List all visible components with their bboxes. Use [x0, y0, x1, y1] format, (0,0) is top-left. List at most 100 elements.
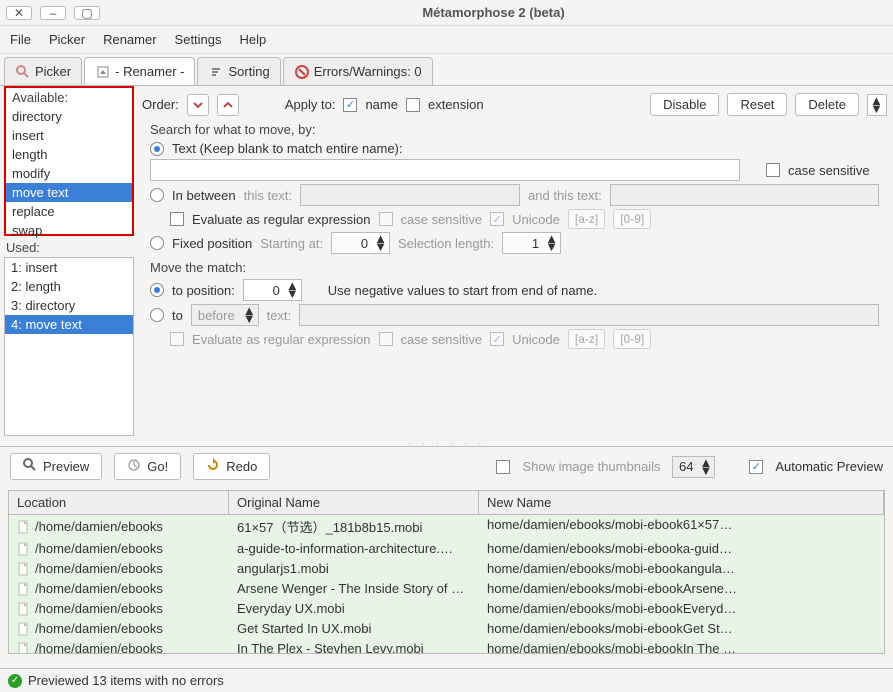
renamer-icon	[95, 64, 111, 80]
list-item[interactable]: 3: directory	[5, 296, 133, 315]
chip-az2[interactable]: [a-z]	[568, 329, 605, 349]
used-list[interactable]: 1: insert 2: length 3: directory 4: move…	[4, 257, 134, 436]
table-row[interactable]: /home/damien/ebooks61×57（节选）_181b8b15.mo…	[9, 515, 884, 539]
available-list[interactable]: Available: directory insert length modif…	[4, 86, 134, 236]
fixed-label: Fixed position	[172, 236, 252, 251]
file-icon	[17, 622, 31, 636]
col-location[interactable]: Location	[9, 491, 229, 514]
before-dropdown[interactable]: before▲▼	[191, 304, 259, 326]
errors-icon	[294, 64, 310, 80]
list-item[interactable]: replace	[6, 202, 132, 221]
case3-checkbox[interactable]	[379, 332, 393, 346]
regex-checkbox[interactable]	[170, 212, 184, 226]
titlebar: ✕ – ▢ Métamorphose 2 (beta)	[0, 0, 893, 26]
col-newname[interactable]: New Name	[479, 491, 884, 514]
table-row[interactable]: /home/damien/ebooksGet Started In UX.mob…	[9, 619, 884, 639]
redo-button[interactable]: Redo	[193, 453, 270, 480]
list-item[interactable]: 2: length	[5, 277, 133, 296]
list-item[interactable]: insert	[6, 126, 132, 145]
tab-renamer[interactable]: - Renamer -	[84, 57, 195, 85]
preview-button[interactable]: Preview	[10, 453, 102, 480]
name-checkbox[interactable]	[343, 98, 357, 112]
this-text-label: this text:	[244, 188, 292, 203]
list-item[interactable]: directory	[6, 107, 132, 126]
fixed-radio[interactable]	[150, 236, 164, 250]
inbetween-radio[interactable]	[150, 188, 164, 202]
delete-button[interactable]: Delete	[795, 93, 859, 116]
tab-sorting[interactable]: Sorting	[197, 57, 280, 85]
to-text-input[interactable]	[299, 304, 879, 326]
list-item[interactable]: modify	[6, 164, 132, 183]
menu-renamer[interactable]: Renamer	[103, 32, 156, 47]
menu-file[interactable]: File	[10, 32, 31, 47]
menu-settings[interactable]: Settings	[175, 32, 222, 47]
text-radio-label: Text (Keep blank to match entire name):	[172, 141, 403, 156]
thumbs-label: Show image thumbnails	[522, 459, 660, 474]
col-original[interactable]: Original Name	[229, 491, 479, 514]
search-text-input[interactable]	[150, 159, 740, 181]
list-item[interactable]: length	[6, 145, 132, 164]
chevron-down-icon	[192, 99, 204, 111]
list-item[interactable]: 1: insert	[5, 258, 133, 277]
minimize-icon[interactable]: –	[40, 6, 66, 20]
menu-picker[interactable]: Picker	[49, 32, 85, 47]
move-match-label: Move the match:	[150, 260, 879, 275]
regex-label: Evaluate as regular expression	[192, 212, 371, 227]
table-row[interactable]: /home/damien/ebooksIn The Plex - Stevhen…	[9, 639, 884, 654]
move-down-button[interactable]	[187, 94, 209, 116]
unicode-label: Unicode	[512, 212, 560, 227]
this-text-input[interactable]	[300, 184, 520, 206]
results-table[interactable]: Location Original Name New Name /home/da…	[8, 490, 885, 654]
table-row[interactable]: /home/damien/ebooksangularjs1.mobihome/d…	[9, 559, 884, 579]
preview-icon	[23, 458, 37, 475]
unicode2-checkbox[interactable]	[490, 332, 504, 346]
picker-icon	[15, 64, 31, 80]
table-row[interactable]: /home/damien/ebooksEveryday UX.mobihome/…	[9, 599, 884, 619]
chip-az[interactable]: [a-z]	[568, 209, 605, 229]
chip-092[interactable]: [0-9]	[613, 329, 651, 349]
extension-label: extension	[428, 97, 484, 112]
unicode2-label: Unicode	[512, 332, 560, 347]
chip-09[interactable]: [0-9]	[613, 209, 651, 229]
text-radio[interactable]	[150, 142, 164, 156]
case2-checkbox[interactable]	[379, 212, 393, 226]
close-icon[interactable]: ✕	[6, 6, 32, 20]
list-item[interactable]: move text	[6, 183, 132, 202]
extension-checkbox[interactable]	[406, 98, 420, 112]
disable-button[interactable]: Disable	[650, 93, 719, 116]
to-radio[interactable]	[150, 308, 164, 322]
position-spinner[interactable]: ▲▼	[243, 279, 302, 301]
regex2-checkbox[interactable]	[170, 332, 184, 346]
delete-spinner[interactable]: ▲▼	[867, 94, 887, 116]
tab-errors[interactable]: Errors/Warnings: 0	[283, 57, 433, 85]
to-position-label: to position:	[172, 283, 235, 298]
redo-icon	[206, 458, 220, 475]
table-row[interactable]: /home/damien/ebooksArsene Wenger - The I…	[9, 579, 884, 599]
move-up-button[interactable]	[217, 94, 239, 116]
statusbar: Previewed 13 items with no errors	[0, 668, 893, 692]
splitter[interactable]: · · · · · ·	[0, 438, 893, 446]
reset-button[interactable]: Reset	[727, 93, 787, 116]
sorting-icon	[208, 64, 224, 80]
name-label: name	[365, 97, 398, 112]
thumbs-spinner[interactable]: ▲▼	[672, 456, 715, 478]
unicode-checkbox[interactable]	[490, 212, 504, 226]
window-title: Métamorphose 2 (beta)	[100, 5, 887, 20]
tab-errors-label: Errors/Warnings: 0	[314, 64, 422, 79]
maximize-icon[interactable]: ▢	[74, 6, 100, 20]
tab-picker[interactable]: Picker	[4, 57, 82, 85]
case-checkbox[interactable]	[766, 163, 780, 177]
go-button[interactable]: Go!	[114, 453, 181, 480]
order-label: Order:	[142, 97, 179, 112]
auto-checkbox[interactable]	[749, 460, 763, 474]
to-position-radio[interactable]	[150, 283, 164, 297]
text-label: text:	[267, 308, 292, 323]
table-row[interactable]: /home/damien/ebooksa-guide-to-informatio…	[9, 539, 884, 559]
and-text-input[interactable]	[610, 184, 879, 206]
selection-spinner[interactable]: ▲▼	[502, 232, 561, 254]
list-item[interactable]: 4: move text	[5, 315, 133, 334]
menu-help[interactable]: Help	[240, 32, 267, 47]
starting-spinner[interactable]: ▲▼	[331, 232, 390, 254]
file-icon	[17, 602, 31, 616]
thumbs-checkbox[interactable]	[496, 460, 510, 474]
